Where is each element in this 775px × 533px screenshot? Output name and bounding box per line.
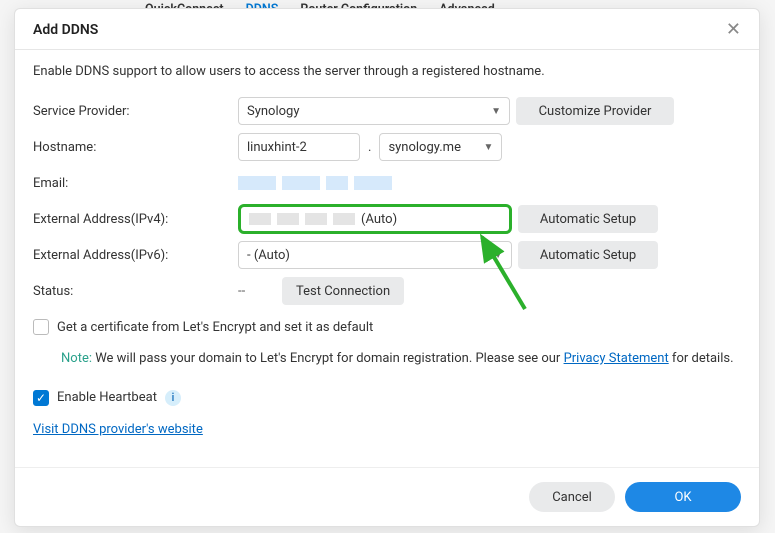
customize-provider-button[interactable]: Customize Provider	[516, 97, 674, 125]
ok-button[interactable]: OK	[625, 482, 741, 512]
label-ipv4: External Address(IPv4):	[33, 212, 238, 227]
hostname-dot: .	[366, 140, 373, 155]
domain-select[interactable]: synology.me ▼	[379, 133, 502, 161]
email-value-redacted	[238, 176, 392, 190]
close-icon[interactable]: ✕	[726, 21, 741, 39]
visit-provider-link[interactable]: Visit DDNS provider's website	[33, 422, 203, 437]
label-ipv6: External Address(IPv6):	[33, 248, 238, 263]
note-prefix: Note:	[61, 351, 92, 366]
heartbeat-label: Enable Heartbeat	[57, 390, 157, 405]
ipv6-auto-setup-button[interactable]: Automatic Setup	[518, 241, 658, 269]
ipv4-auto-suffix: (Auto)	[361, 212, 397, 227]
ipv4-auto-setup-button[interactable]: Automatic Setup	[518, 205, 658, 233]
ipv4-address-input[interactable]: (Auto)	[238, 204, 512, 234]
label-status: Status:	[33, 284, 238, 299]
label-email: Email:	[33, 176, 238, 191]
ipv6-address-select[interactable]: - (Auto) ▼	[238, 241, 512, 269]
info-icon[interactable]: i	[165, 390, 181, 406]
add-ddns-dialog: Add DDNS ✕ Enable DDNS support to allow …	[14, 8, 760, 527]
service-provider-value: Synology	[247, 104, 300, 119]
heartbeat-checkbox[interactable]	[33, 390, 49, 406]
label-service-provider: Service Provider:	[33, 104, 238, 119]
chevron-down-icon: ▼	[493, 250, 503, 261]
test-connection-button[interactable]: Test Connection	[282, 277, 404, 305]
cancel-button[interactable]: Cancel	[529, 482, 615, 512]
chevron-down-icon: ▼	[491, 106, 501, 117]
note-text-1: We will pass your domain to Let's Encryp…	[92, 351, 564, 366]
dialog-description: Enable DDNS support to allow users to ac…	[33, 64, 741, 79]
dialog-title: Add DDNS	[33, 22, 98, 38]
letsencrypt-checkbox[interactable]	[33, 319, 49, 335]
chevron-down-icon: ▼	[484, 142, 494, 153]
status-value: --	[238, 284, 276, 299]
ipv4-value-redacted	[249, 213, 355, 225]
divider	[15, 49, 759, 50]
ipv6-value: - (Auto)	[247, 248, 290, 263]
letsencrypt-note: Note: We will pass your domain to Let's …	[61, 349, 741, 370]
letsencrypt-label: Get a certificate from Let's Encrypt and…	[57, 320, 373, 335]
privacy-statement-link[interactable]: Privacy Statement	[564, 351, 669, 366]
service-provider-select[interactable]: Synology ▼	[238, 97, 510, 125]
note-text-2: for details.	[669, 351, 734, 366]
hostname-input[interactable]	[238, 133, 360, 161]
domain-value: synology.me	[388, 140, 461, 155]
label-hostname: Hostname:	[33, 140, 238, 155]
